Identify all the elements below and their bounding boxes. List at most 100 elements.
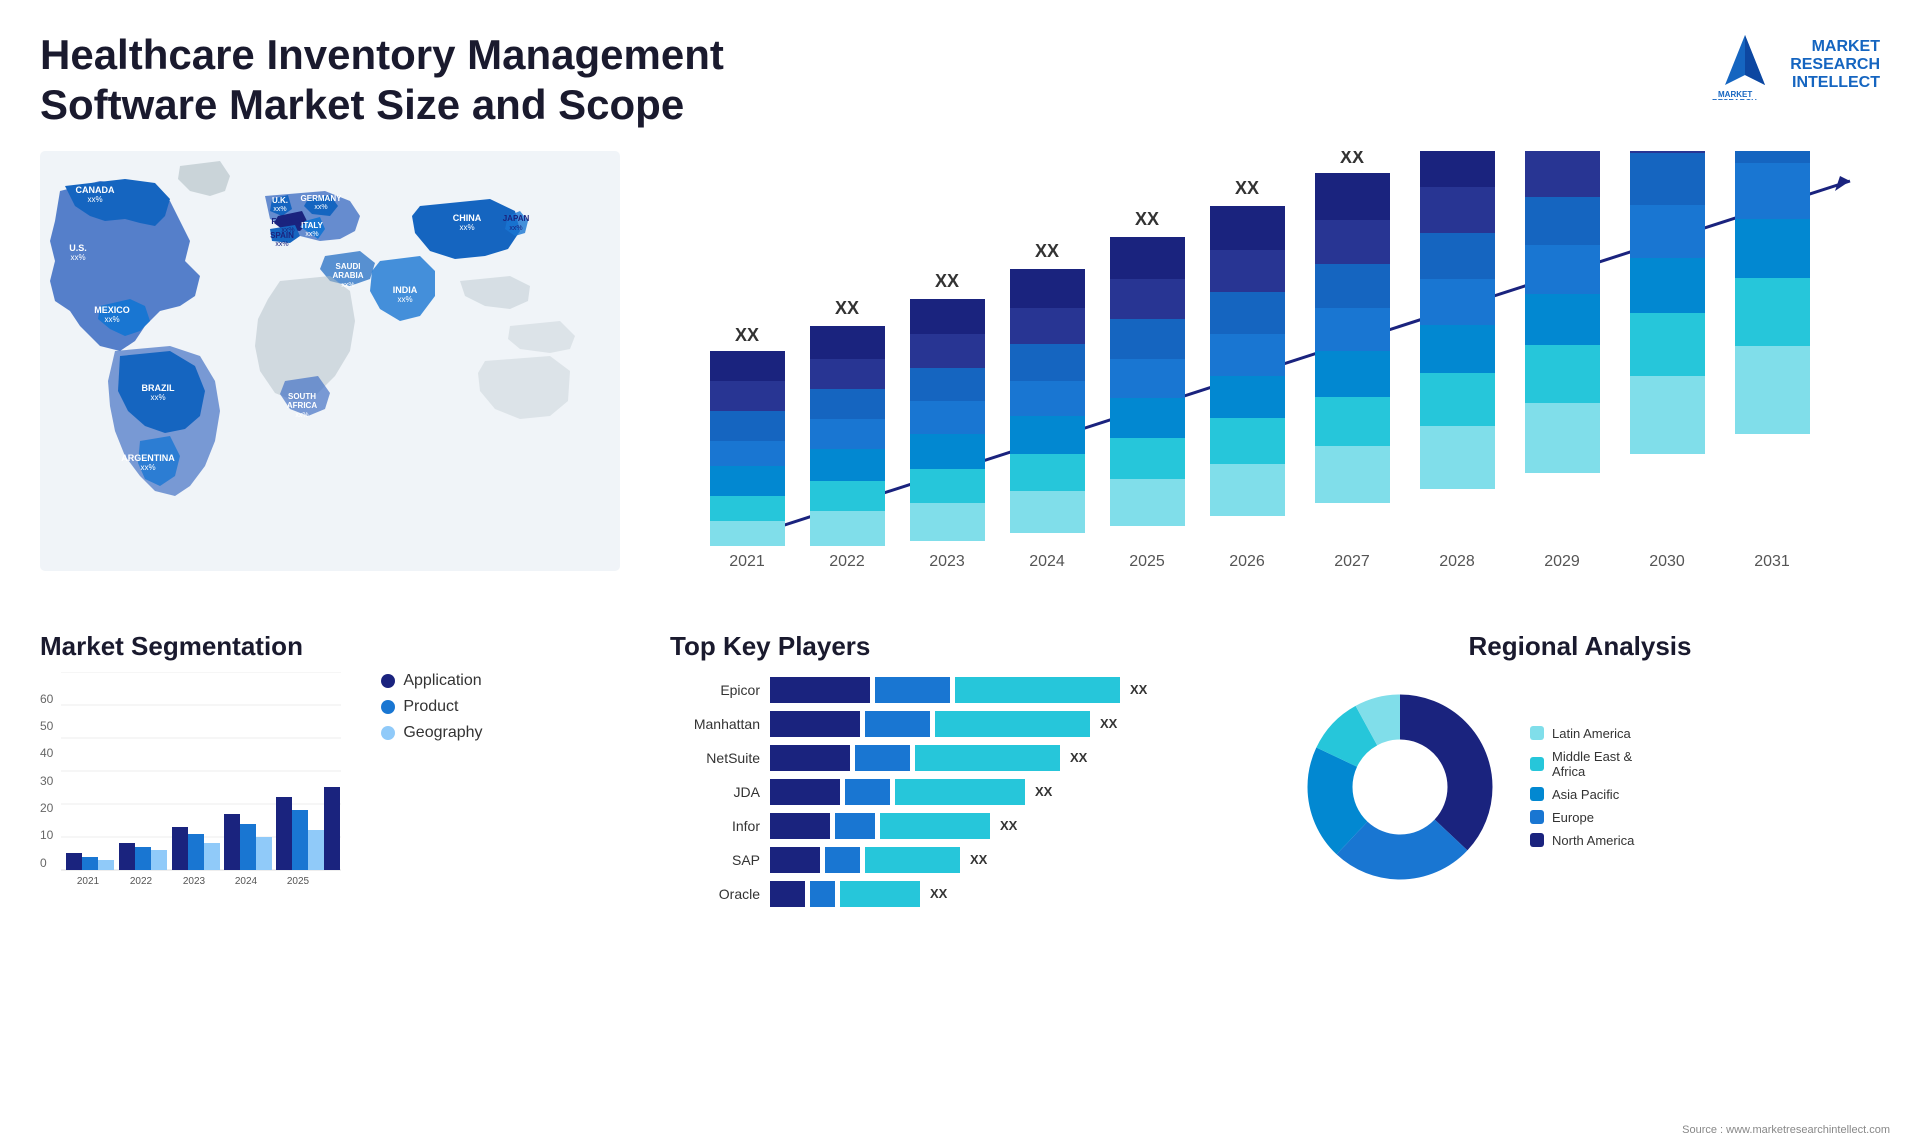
logo-icon: MARKET RESEARCH INTELLECT [1710, 30, 1780, 100]
player-row-oracle: Oracle XX [670, 881, 1250, 907]
svg-text:xx%: xx% [459, 223, 474, 232]
segmentation-section: Market Segmentation 60 50 40 30 20 10 0 [20, 621, 640, 925]
player-value-infor: XX [1000, 818, 1017, 833]
svg-text:SAUDI: SAUDI [336, 262, 361, 271]
svg-text:INDIA: INDIA [393, 285, 418, 295]
svg-text:ARGENTINA: ARGENTINA [121, 453, 175, 463]
segmentation-chart-svg: 2021 2022 2023 2024 [61, 672, 341, 892]
svg-text:2029: 2029 [1544, 553, 1580, 570]
legend-text-europe: Europe [1552, 810, 1594, 825]
player-bars-oracle: XX [770, 881, 947, 907]
svg-text:xx%: xx% [295, 412, 308, 419]
svg-text:xx%: xx% [87, 195, 102, 204]
player-bar-seg1 [770, 779, 840, 805]
svg-text:XX: XX [1445, 151, 1469, 155]
player-name-netsuite: NetSuite [670, 750, 760, 766]
regional-legend: Latin America Middle East &Africa Asia P… [1530, 726, 1634, 848]
svg-text:CANADA: CANADA [76, 185, 115, 195]
svg-text:2024: 2024 [1029, 553, 1065, 570]
player-bar-seg1 [770, 711, 860, 737]
svg-text:xx%: xx% [314, 204, 327, 211]
legend-dot-application [381, 674, 395, 688]
svg-text:xx%: xx% [275, 241, 288, 248]
svg-text:2022: 2022 [829, 553, 865, 570]
svg-text:2031: 2031 [1754, 553, 1790, 570]
player-bar-seg2 [865, 711, 930, 737]
legend-text-apac: Asia Pacific [1552, 787, 1619, 802]
logo-research: RESEARCH [1790, 56, 1880, 74]
svg-text:2028: 2028 [1439, 553, 1475, 570]
svg-text:BRAZIL: BRAZIL [142, 383, 175, 393]
svg-text:XX: XX [835, 298, 859, 318]
player-bar-seg2 [875, 677, 950, 703]
player-row-infor: Infor XX [670, 813, 1250, 839]
svg-text:xx%: xx% [509, 225, 522, 232]
logo-intellect: INTELLECT [1790, 74, 1880, 92]
svg-text:2025: 2025 [1129, 553, 1165, 570]
svg-text:2021: 2021 [729, 553, 765, 570]
logo-market: MARKET [1790, 38, 1880, 56]
player-row-sap: SAP XX [670, 847, 1250, 873]
player-row-jda: JDA XX [670, 779, 1250, 805]
legend-text-latin: Latin America [1552, 726, 1631, 741]
player-bars-manhattan: XX [770, 711, 1117, 737]
player-value-sap: XX [970, 852, 987, 867]
player-name-epicor: Epicor [670, 682, 760, 698]
svg-text:XX: XX [1550, 151, 1574, 155]
logo: MARKET RESEARCH INTELLECT MARKET RESEARC… [1710, 30, 1880, 100]
player-name-sap: SAP [670, 852, 760, 868]
legend-dot-geography [381, 726, 395, 740]
legend-dot-product [381, 700, 395, 714]
segmentation-title: Market Segmentation [40, 631, 620, 662]
svg-text:2025: 2025 [287, 876, 310, 887]
svg-text:2024: 2024 [235, 876, 258, 887]
player-bar-seg3 [880, 813, 990, 839]
player-bars-epicor: XX [770, 677, 1147, 703]
player-bar-seg1 [770, 847, 820, 873]
player-bars-sap: XX [770, 847, 987, 873]
player-bars-jda: XX [770, 779, 1052, 805]
svg-text:xx%: xx% [140, 463, 155, 472]
svg-text:XX: XX [735, 325, 759, 345]
header: Healthcare Inventory Management Software… [0, 0, 1920, 141]
svg-text:2021: 2021 [77, 876, 100, 887]
player-bar-seg1 [770, 813, 830, 839]
legend-asia-pacific: Asia Pacific [1530, 787, 1634, 802]
svg-text:xx%: xx% [70, 253, 85, 262]
regional-content: Latin America Middle East &Africa Asia P… [1290, 677, 1870, 897]
svg-text:RESEARCH: RESEARCH [1712, 98, 1757, 100]
player-bar-seg1 [770, 677, 870, 703]
svg-text:xx%: xx% [150, 393, 165, 402]
legend-color-mea [1530, 757, 1544, 771]
legend-label-geography: Geography [403, 724, 482, 742]
svg-text:CHINA: CHINA [453, 213, 482, 223]
svg-text:xx%: xx% [341, 282, 354, 289]
source-text: Source : www.marketresearchintellect.com [1682, 1124, 1890, 1136]
player-bar-seg2 [835, 813, 875, 839]
player-value-epicor: XX [1130, 682, 1147, 697]
player-bar-seg3 [895, 779, 1025, 805]
svg-text:2027: 2027 [1334, 553, 1370, 570]
svg-text:GERMANY: GERMANY [301, 194, 343, 203]
player-value-manhattan: XX [1100, 716, 1117, 731]
svg-text:U.S.: U.S. [69, 243, 87, 253]
legend-latin-america: Latin America [1530, 726, 1634, 741]
player-row-epicor: Epicor XX [670, 677, 1250, 703]
player-bar-seg1 [770, 881, 805, 907]
player-name-jda: JDA [670, 784, 760, 800]
svg-text:2022: 2022 [130, 876, 153, 887]
player-row-netsuite: NetSuite XX [670, 745, 1250, 771]
legend-middle-east: Middle East &Africa [1530, 749, 1634, 779]
legend-geography: Geography [381, 724, 482, 742]
players-section: Top Key Players Epicor XX Manhattan [650, 621, 1270, 925]
player-value-netsuite: XX [1070, 750, 1087, 765]
player-bar-seg2 [825, 847, 860, 873]
svg-text:ITALY: ITALY [301, 221, 323, 230]
legend-application: Application [381, 672, 482, 690]
legend-product: Product [381, 698, 482, 716]
player-bar-seg2 [845, 779, 890, 805]
player-bars-netsuite: XX [770, 745, 1087, 771]
player-bars-infor: XX [770, 813, 1017, 839]
legend-north-america: North America [1530, 833, 1634, 848]
player-name-infor: Infor [670, 818, 760, 834]
